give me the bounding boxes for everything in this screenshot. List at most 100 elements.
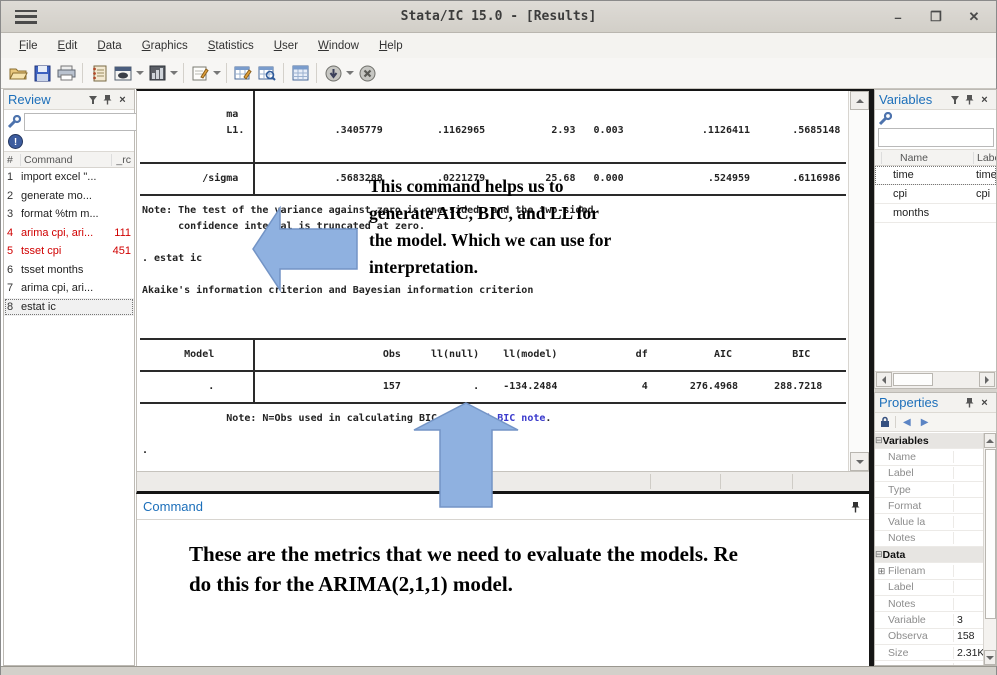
lock-icon[interactable] (879, 416, 891, 428)
property-row[interactable]: Size 2.31K (875, 645, 983, 661)
review-row-selected[interactable]: 8 estat ic (4, 298, 134, 317)
pin-icon[interactable] (962, 93, 977, 107)
minimize-button[interactable]: – (890, 10, 906, 25)
scrollbar-thumb[interactable] (985, 449, 996, 619)
property-row[interactable]: Notes (875, 596, 983, 612)
do-button[interactable] (321, 61, 345, 85)
pin-icon[interactable] (848, 500, 863, 514)
variables-horizontal-scrollbar[interactable] (875, 371, 996, 388)
review-row[interactable]: 7 arima cpi, ari... (4, 279, 134, 298)
menu-file[interactable]: File (9, 36, 48, 56)
table-rule (140, 370, 846, 372)
graph-button[interactable] (145, 61, 169, 85)
annotation-note-estat: This command helps us to generate AIC, B… (369, 173, 719, 281)
open-button[interactable] (6, 61, 30, 85)
review-row-error[interactable]: 4 arima cpi, ari... 111 (4, 224, 134, 243)
wrench-icon[interactable] (878, 112, 993, 126)
scroll-up-button[interactable] (984, 433, 996, 448)
viewer-dropdown-caret[interactable] (135, 61, 145, 85)
scroll-right-button[interactable] (979, 372, 995, 387)
up-arrow (413, 402, 520, 508)
review-row[interactable]: 2 generate mo... (4, 187, 134, 206)
review-panel: Review × ! # Command _rc 1 import excel "… (3, 89, 135, 666)
variable-row[interactable]: months (875, 204, 996, 223)
menu-window[interactable]: Window (308, 36, 369, 56)
review-row[interactable]: 6 tsset months (4, 261, 134, 280)
properties-panel: Properties × ◀ ▶ ⊟ Variables Name Label T… (874, 392, 997, 666)
property-row[interactable]: Variable 3 (875, 612, 983, 628)
properties-title: Properties (879, 395, 962, 410)
collapse-icon[interactable]: ⊟ (875, 549, 883, 560)
variable-row-selected[interactable]: time time (875, 166, 996, 185)
properties-grid: ⊟ Variables Name Label Type Format Value … (875, 433, 983, 665)
viewer-button[interactable] (111, 61, 135, 85)
pin-icon[interactable] (962, 396, 977, 410)
property-row[interactable]: Observa 158 (875, 629, 983, 645)
menu-help[interactable]: Help (369, 36, 413, 56)
filter-icon[interactable] (947, 93, 962, 107)
print-button[interactable] (54, 61, 78, 85)
variables-column-headers: Name Label (875, 149, 996, 166)
col-label[interactable]: Label (973, 152, 996, 164)
scroll-left-button[interactable] (876, 372, 892, 387)
scroll-up-button[interactable] (850, 91, 869, 110)
scroll-down-button[interactable] (984, 650, 996, 665)
nav-back-icon[interactable]: ◀ (900, 417, 914, 428)
do-file-editor-dropdown-caret[interactable] (212, 61, 222, 85)
annotation-note-metrics: These are the metrics that we need to ev… (189, 539, 869, 599)
menu-edit[interactable]: Edit (48, 36, 88, 56)
scroll-down-button[interactable] (850, 452, 869, 471)
col-name[interactable]: Name (881, 152, 973, 164)
log-button[interactable] (87, 61, 111, 85)
save-button[interactable] (30, 61, 54, 85)
collapse-icon[interactable]: ⊟ (875, 435, 883, 446)
properties-scrollbar[interactable] (983, 433, 996, 665)
review-row[interactable]: 1 import excel "... (4, 168, 134, 187)
close-icon[interactable]: × (977, 396, 992, 410)
window-title: Stata/IC 15.0 - [Results] (1, 9, 996, 24)
col-command[interactable]: Command (21, 154, 112, 166)
close-icon[interactable]: × (115, 93, 130, 107)
property-row[interactable]: Label (875, 466, 983, 482)
expand-icon[interactable]: ⊞ (875, 566, 888, 577)
do-file-editor-button[interactable] (188, 61, 212, 85)
graph-dropdown-caret[interactable] (169, 61, 179, 85)
do-dropdown-caret[interactable] (345, 61, 355, 85)
menu-user[interactable]: User (264, 36, 308, 56)
menu-bar: File Edit Data Graphics Statistics User … (1, 33, 996, 58)
data-browser-button[interactable] (255, 61, 279, 85)
review-row-error[interactable]: 5 tsset cpi 451 (4, 242, 134, 261)
menu-data[interactable]: Data (87, 36, 131, 56)
property-row[interactable]: Format (875, 498, 983, 514)
variables-manager-button[interactable] (288, 61, 312, 85)
review-row[interactable]: 3 format %tm m... (4, 205, 134, 224)
col-num[interactable]: # (4, 154, 21, 166)
property-row[interactable]: Label (875, 580, 983, 596)
property-row[interactable]: Memory64M (875, 661, 983, 665)
wrench-icon[interactable] (7, 115, 21, 129)
properties-section[interactable]: ⊟ Variables (875, 433, 983, 449)
results-scrollbar[interactable] (848, 91, 869, 471)
filter-icon[interactable] (85, 93, 100, 107)
variables-filter-input[interactable] (878, 128, 994, 147)
close-icon[interactable]: × (977, 93, 992, 107)
property-row[interactable]: Notes (875, 531, 983, 547)
menu-graphics[interactable]: Graphics (132, 36, 198, 56)
variable-row[interactable]: cpi cpi (875, 185, 996, 204)
notification-icon[interactable]: ! (8, 134, 23, 149)
property-row[interactable]: ⊞ Filenam (875, 563, 983, 579)
properties-section[interactable]: ⊟ Data (875, 547, 983, 563)
nav-forward-icon[interactable]: ▶ (918, 417, 932, 428)
break-button[interactable] (355, 61, 379, 85)
close-button[interactable]: ✕ (966, 9, 982, 25)
scrollbar-thumb[interactable] (893, 373, 933, 386)
maximize-button[interactable]: ❐ (928, 9, 944, 25)
property-row[interactable]: Type (875, 482, 983, 498)
property-row[interactable]: Name (875, 449, 983, 465)
property-row[interactable]: Value la (875, 514, 983, 530)
review-column-headers: # Command _rc (4, 151, 134, 168)
menu-statistics[interactable]: Statistics (198, 36, 264, 56)
data-editor-button[interactable] (231, 61, 255, 85)
pin-icon[interactable] (100, 93, 115, 107)
col-rc[interactable]: _rc (112, 154, 134, 166)
